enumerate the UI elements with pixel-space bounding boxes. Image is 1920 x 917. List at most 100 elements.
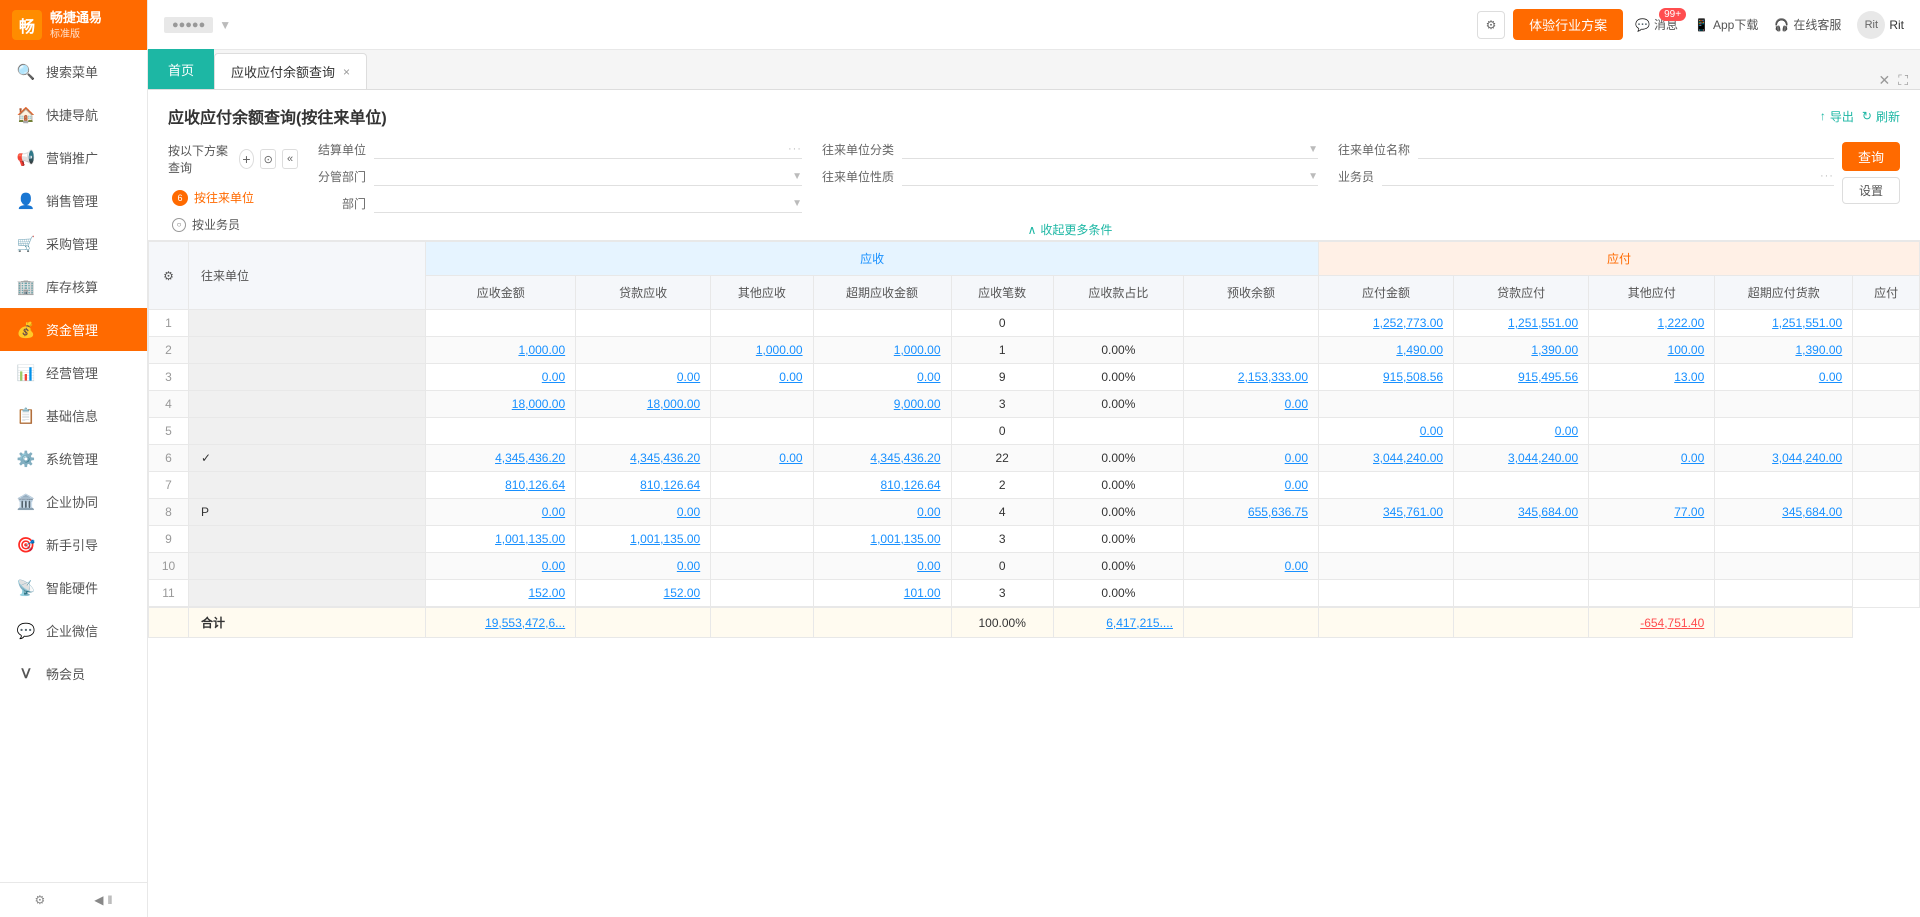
sidebar-item-wechat[interactable]: 💬 企业微信: [0, 609, 147, 652]
department-input[interactable]: [374, 196, 790, 210]
data-cell[interactable]: 152.00: [426, 580, 576, 608]
sidebar-item-hardware[interactable]: 📡 智能硬件: [0, 566, 147, 609]
data-cell[interactable]: 1,490.00: [1319, 337, 1454, 364]
window-close-btn[interactable]: ✕: [1878, 72, 1890, 89]
sidebar-collapse-btn[interactable]: ◀ ‖: [94, 893, 112, 907]
data-cell[interactable]: [1183, 310, 1318, 337]
user-area[interactable]: Rit Rit: [1857, 11, 1904, 39]
data-cell[interactable]: [1454, 580, 1589, 608]
data-cell[interactable]: 0.00: [1183, 553, 1318, 580]
sidebar-item-enterprise[interactable]: 🏛️ 企业协同: [0, 480, 147, 523]
data-cell[interactable]: 1,390.00: [1715, 337, 1853, 364]
data-cell[interactable]: [1454, 553, 1589, 580]
collapse-btn[interactable]: ∧ 收起更多条件: [306, 217, 1834, 240]
data-cell[interactable]: [1454, 391, 1589, 418]
data-cell[interactable]: [1183, 337, 1318, 364]
data-cell[interactable]: 915,495.56: [1454, 364, 1589, 391]
query-button[interactable]: 查询: [1842, 142, 1900, 171]
data-cell[interactable]: [1319, 553, 1454, 580]
data-cell[interactable]: [1715, 418, 1853, 445]
table-settings-header[interactable]: ⚙: [149, 242, 189, 310]
data-cell[interactable]: 2,153,333.00: [1183, 364, 1318, 391]
data-cell[interactable]: 0.00: [1715, 364, 1853, 391]
setting-button[interactable]: 设置: [1842, 177, 1900, 204]
data-cell[interactable]: [1589, 472, 1715, 499]
data-cell[interactable]: 77.00: [1589, 499, 1715, 526]
data-cell[interactable]: 0.00: [426, 499, 576, 526]
data-cell[interactable]: [1589, 553, 1715, 580]
data-cell[interactable]: 0.00: [711, 364, 813, 391]
data-cell[interactable]: [1319, 526, 1454, 553]
partner-category-input[interactable]: [902, 142, 1306, 156]
data-cell[interactable]: 0.00: [1183, 445, 1318, 472]
data-cell[interactable]: 0.00: [576, 364, 711, 391]
data-cell[interactable]: 1,251,551.00: [1715, 310, 1853, 337]
data-cell[interactable]: 345,684.00: [1715, 499, 1853, 526]
data-cell[interactable]: 0.00: [813, 364, 951, 391]
sidebar-item-purchase[interactable]: 🛒 采购管理: [0, 222, 147, 265]
total-advance-balance[interactable]: 6,417,215....: [1053, 607, 1183, 638]
data-cell[interactable]: 1,252,773.00: [1319, 310, 1454, 337]
data-cell[interactable]: [1715, 391, 1853, 418]
data-cell[interactable]: 0.00: [1319, 418, 1454, 445]
sidebar-item-search[interactable]: 🔍 搜索菜单: [0, 50, 147, 93]
app-download-btn[interactable]: 📱 App下载: [1694, 16, 1758, 33]
data-cell[interactable]: [711, 526, 813, 553]
sidebar-item-finance[interactable]: 💰 资金管理: [0, 308, 147, 351]
scheme-item-salesperson[interactable]: ○ 按业务员: [168, 211, 298, 238]
sidebar-item-operation[interactable]: 📊 经营管理: [0, 351, 147, 394]
data-cell[interactable]: [1183, 580, 1318, 608]
partner-nature-input[interactable]: [902, 169, 1306, 183]
tab-receivable[interactable]: 应收应付余额查询 ×: [214, 53, 367, 89]
data-cell[interactable]: 101.00: [813, 580, 951, 608]
data-cell[interactable]: 0.00: [426, 364, 576, 391]
scheme-settings-btn[interactable]: ⊙: [260, 149, 276, 169]
data-cell[interactable]: 13.00: [1589, 364, 1715, 391]
data-cell[interactable]: 18,000.00: [576, 391, 711, 418]
data-cell[interactable]: [711, 553, 813, 580]
sidebar-item-warehouse[interactable]: 🏢 库存核算: [0, 265, 147, 308]
data-cell[interactable]: 0.00: [813, 499, 951, 526]
data-cell[interactable]: 152.00: [576, 580, 711, 608]
scheme-item-partner[interactable]: 6 按往来单位: [168, 184, 298, 211]
data-cell[interactable]: [711, 310, 813, 337]
data-cell[interactable]: 0.00: [1589, 445, 1715, 472]
sidebar-item-system[interactable]: ⚙️ 系统管理: [0, 437, 147, 480]
data-cell[interactable]: [576, 418, 711, 445]
gear-button[interactable]: ⚙: [1477, 11, 1505, 39]
sidebar-item-guide[interactable]: 🎯 新手引导: [0, 523, 147, 566]
data-cell[interactable]: 1,001,135.00: [426, 526, 576, 553]
data-cell[interactable]: 1,001,135.00: [576, 526, 711, 553]
data-cell[interactable]: [711, 499, 813, 526]
sidebar-item-basic[interactable]: 📋 基础信息: [0, 394, 147, 437]
data-cell[interactable]: [426, 310, 576, 337]
settlement-unit-input[interactable]: [374, 142, 786, 156]
data-cell[interactable]: [1183, 526, 1318, 553]
data-cell[interactable]: 810,126.64: [576, 472, 711, 499]
data-cell[interactable]: 1,390.00: [1454, 337, 1589, 364]
data-cell[interactable]: 1,000.00: [711, 337, 813, 364]
data-cell[interactable]: 0.00: [576, 499, 711, 526]
tab-home[interactable]: 首页: [148, 49, 214, 89]
data-cell[interactable]: 9,000.00: [813, 391, 951, 418]
tab-close-icon[interactable]: ×: [343, 65, 350, 79]
total-receivable[interactable]: 19,553,472,6...: [426, 607, 576, 638]
data-cell[interactable]: 18,000.00: [426, 391, 576, 418]
data-cell[interactable]: [426, 418, 576, 445]
data-cell[interactable]: [813, 310, 951, 337]
data-cell[interactable]: 345,761.00: [1319, 499, 1454, 526]
partner-name-input[interactable]: [1418, 142, 1834, 156]
data-cell[interactable]: 0.00: [1183, 391, 1318, 418]
sidebar-item-member[interactable]: Ⅴ 畅会员: [0, 652, 147, 695]
add-scheme-btn[interactable]: +: [239, 149, 255, 169]
data-cell[interactable]: 0.00: [1183, 472, 1318, 499]
data-cell[interactable]: [1454, 472, 1589, 499]
data-cell[interactable]: 1,001,135.00: [813, 526, 951, 553]
export-btn[interactable]: ↑ 导出: [1820, 108, 1854, 125]
data-cell[interactable]: [711, 391, 813, 418]
data-cell[interactable]: [576, 337, 711, 364]
data-cell[interactable]: 1,000.00: [426, 337, 576, 364]
sidebar-item-sales[interactable]: 👤 销售管理: [0, 179, 147, 222]
data-cell[interactable]: 3,044,240.00: [1454, 445, 1589, 472]
window-expand-btn[interactable]: ⛶: [1898, 72, 1908, 89]
